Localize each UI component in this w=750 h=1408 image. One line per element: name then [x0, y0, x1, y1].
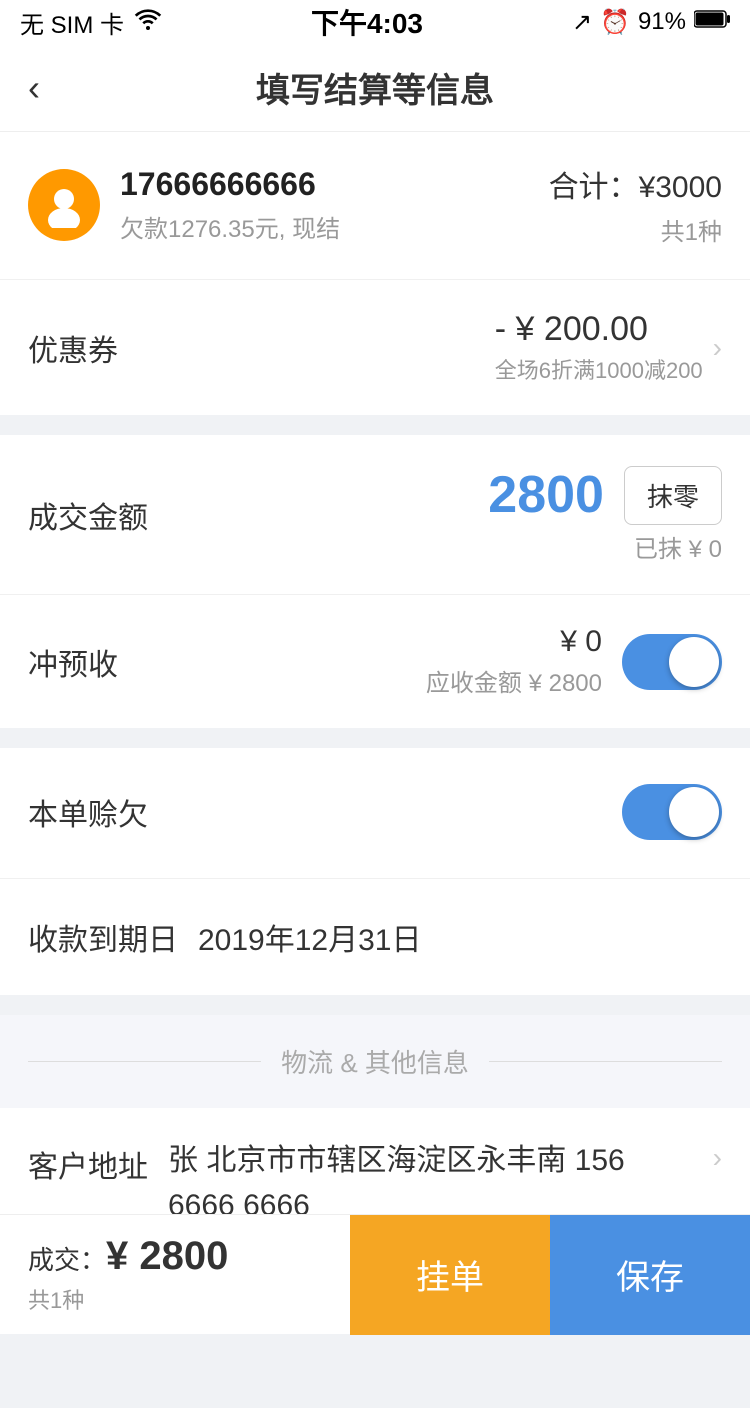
- coupon-label: 优惠券: [28, 326, 118, 370]
- amount-row: 成交金额 2800 抹零 已抹 ¥ 0: [0, 435, 750, 595]
- customer-debt: 欠款1276.35元, 现结: [120, 209, 340, 244]
- deal-text: 成交：: [28, 1245, 106, 1275]
- save-button[interactable]: 保存: [550, 1215, 750, 1335]
- total-label: 合计：: [549, 171, 639, 204]
- address-chevron-icon: ›: [713, 1138, 722, 1174]
- debt-row: 本单赊欠: [0, 748, 750, 876]
- status-bar: 无 SIM 卡 下午4:03 ↗ ⏰ 91%: [0, 0, 750, 44]
- transaction-label: 成交金额: [28, 493, 148, 537]
- deal-amount: ¥ 2800: [106, 1234, 228, 1278]
- debt-toggle[interactable]: [622, 784, 722, 840]
- total-value: ¥3000: [639, 171, 722, 204]
- wifi-icon: [134, 8, 162, 37]
- prepay-amount: ¥ 0: [426, 625, 602, 659]
- customer-row: 17666666666 欠款1276.35元, 现结 合计：¥3000 共1种: [0, 132, 750, 277]
- prepay-right: ¥ 0 应收金额 ¥ 2800: [426, 625, 722, 698]
- battery-percent: 91%: [638, 8, 686, 36]
- prepay-toggle[interactable]: [622, 634, 722, 690]
- debt-toggle-thumb: [669, 787, 719, 837]
- prepay-row: 冲预收 ¥ 0 应收金额 ¥ 2800: [0, 595, 750, 728]
- status-time: 下午4:03: [311, 2, 423, 42]
- back-button[interactable]: ‹: [28, 67, 40, 109]
- debt-label: 本单赊欠: [28, 790, 148, 834]
- avatar: [28, 169, 100, 241]
- logistics-line-left: [28, 1061, 261, 1062]
- customer-phone: 17666666666: [120, 166, 340, 203]
- prepay-label: 冲预收: [28, 640, 118, 684]
- bottom-summary: 成交：¥ 2800 共1种: [0, 1234, 350, 1315]
- coupon-right: - ¥ 200.00 全场6折满1000减200 ›: [495, 310, 722, 385]
- duedate-value: 2019年12月31日: [198, 915, 421, 959]
- battery-icon: [694, 8, 730, 36]
- bottom-deal-label: 成交：¥ 2800: [28, 1234, 322, 1279]
- duedate-row: 收款到期日 2019年12月31日: [0, 878, 750, 995]
- customer-right: 合计：¥3000 共1种: [549, 162, 722, 247]
- customer-info: 17666666666 欠款1276.35元, 现结: [120, 166, 340, 244]
- amount-right: 2800 抹零: [488, 465, 722, 525]
- bottom-count: 共1种: [28, 1283, 322, 1315]
- toggle-thumb: [669, 637, 719, 687]
- page-title: 填写结算等信息: [256, 63, 494, 112]
- transaction-amount: 2800: [488, 465, 604, 525]
- prepay-values: ¥ 0 应收金额 ¥ 2800: [426, 625, 602, 698]
- logistics-text: 物流 & 其他信息: [261, 1043, 489, 1080]
- eraze-button[interactable]: 抹零: [624, 466, 722, 525]
- transaction-sub: 已抹 ¥ 0: [488, 529, 722, 564]
- address-label: 客户地址: [28, 1138, 148, 1186]
- location-icon: ↗: [572, 8, 592, 37]
- total-count: 共1种: [549, 212, 722, 247]
- customer-card: 17666666666 欠款1276.35元, 现结 合计：¥3000 共1种 …: [0, 132, 750, 415]
- transaction-right: 2800 抹零 已抹 ¥ 0: [488, 465, 722, 564]
- status-left: 无 SIM 卡: [20, 5, 162, 40]
- sim-status: 无 SIM 卡: [20, 5, 124, 40]
- coupon-detail: 全场6折满1000减200: [495, 353, 703, 385]
- prepay-sub: 应收金额 ¥ 2800: [426, 663, 602, 698]
- alarm-icon: ⏰: [600, 8, 630, 37]
- debt-card: 本单赊欠 收款到期日 2019年12月31日: [0, 748, 750, 995]
- coupon-info: - ¥ 200.00 全场6折满1000减200: [495, 310, 703, 385]
- status-right: ↗ ⏰ 91%: [572, 8, 730, 37]
- nav-bar: ‹ 填写结算等信息: [0, 44, 750, 132]
- customer-left: 17666666666 欠款1276.35元, 现结: [28, 166, 340, 244]
- logistics-divider: 物流 & 其他信息: [0, 1015, 750, 1108]
- pending-button[interactable]: 挂单: [350, 1215, 550, 1335]
- coupon-row[interactable]: 优惠券 - ¥ 200.00 全场6折满1000减200 ›: [0, 279, 750, 415]
- logistics-line-right: [489, 1061, 722, 1062]
- total-amount: 合计：¥3000: [549, 162, 722, 206]
- transaction-card: 成交金额 2800 抹零 已抹 ¥ 0 冲预收 ¥ 0 应收金额 ¥ 2800: [0, 435, 750, 728]
- coupon-chevron-icon: ›: [713, 332, 722, 364]
- bottom-bar: 成交：¥ 2800 共1种 挂单 保存: [0, 1214, 750, 1334]
- coupon-discount: - ¥ 200.00: [495, 310, 703, 349]
- duedate-label: 收款到期日: [28, 915, 178, 959]
